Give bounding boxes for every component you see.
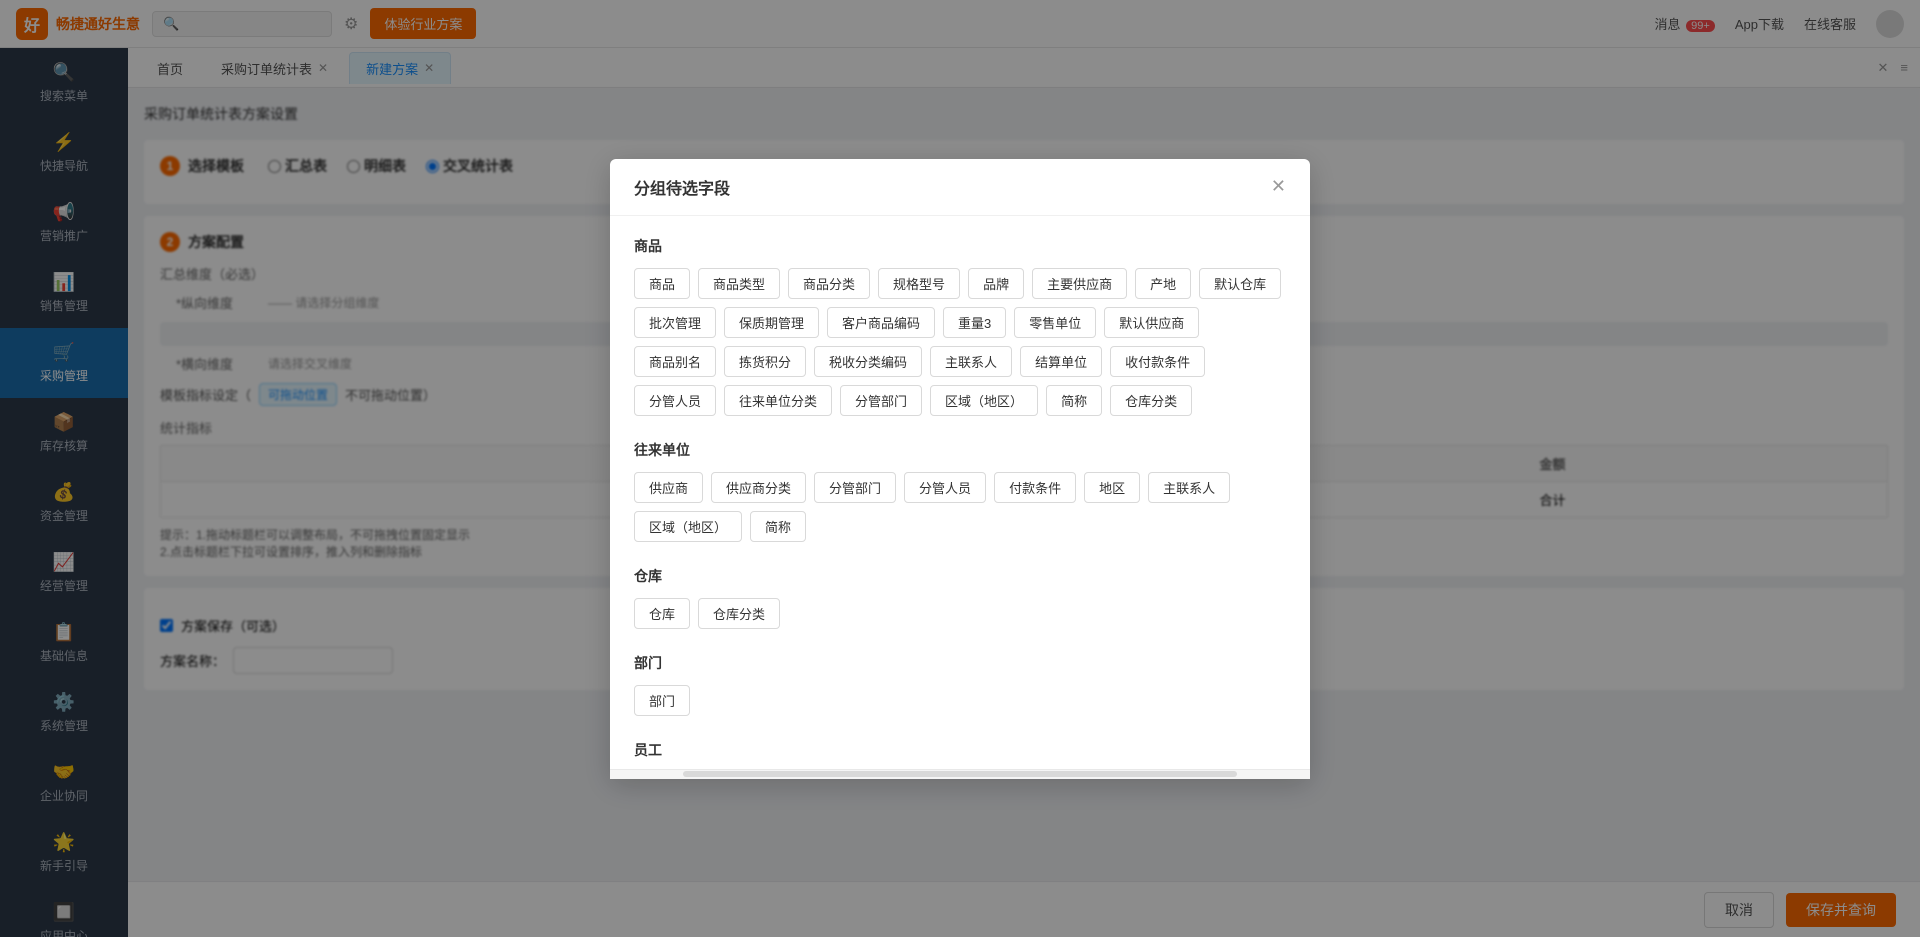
field-tag[interactable]: 仓库 [634,598,690,629]
field-tag[interactable]: 供应商 [634,472,703,503]
field-tag[interactable]: 收付款条件 [1110,346,1205,377]
field-tag[interactable]: 零售单位 [1014,307,1096,338]
field-tag[interactable]: 付款条件 [994,472,1076,503]
field-selection-modal: 分组待选字段 ✕ 商品商品商品类型商品分类规格型号品牌主要供应商产地默认仓库批次… [610,159,1310,779]
modal-section-employee: 员工业务员 [634,740,1286,770]
modal-field-grid-warehouse: 仓库仓库分类 [634,598,1286,629]
modal-hscroll-thumb [683,771,1237,777]
field-tag[interactable]: 批次管理 [634,307,716,338]
field-tag[interactable]: 部门 [634,685,690,716]
modal-field-grid-counterpart: 供应商供应商分类分管部门分管人员付款条件地区主联系人区域（地区） 简称 [634,472,1286,542]
modal-body: 商品商品商品类型商品分类规格型号品牌主要供应商产地默认仓库批次管理保质期管理客户… [610,216,1310,770]
field-tag[interactable]: 主要供应商 [1032,268,1127,299]
field-tag[interactable]: 主联系人 [1148,472,1230,503]
field-tag[interactable]: 默认供应商 [1104,307,1199,338]
field-tag[interactable]: 主联系人 [930,346,1012,377]
field-tag[interactable]: 仓库分类 [1110,385,1192,416]
modal-section-counterpart: 往来单位供应商供应商分类分管部门分管人员付款条件地区主联系人区域（地区） 简称 [634,440,1286,542]
modal-header: 分组待选字段 ✕ [610,159,1310,216]
field-tag[interactable]: 商品 [634,268,690,299]
field-tag[interactable]: 品牌 [968,268,1024,299]
field-tag[interactable]: 商品分类 [788,268,870,299]
field-tag[interactable]: 地区 [1084,472,1140,503]
field-tag[interactable]: 分管部门 [814,472,896,503]
field-tag[interactable]: 商品类型 [698,268,780,299]
modal-title: 分组待选字段 [634,175,730,199]
modal-horizontal-scrollbar[interactable] [610,769,1310,778]
modal-section-title-product: 商品 [634,236,1286,256]
field-tag[interactable]: 重量3 [943,307,1006,338]
field-tag[interactable]: 保质期管理 [724,307,819,338]
field-tag[interactable]: 规格型号 [878,268,960,299]
field-tag[interactable]: 默认仓库 [1199,268,1281,299]
field-tag[interactable]: 简称 [750,511,806,542]
field-tag[interactable]: 供应商分类 [711,472,806,503]
field-tag[interactable]: 分管人员 [634,385,716,416]
field-tag[interactable]: 分管部门 [840,385,922,416]
field-tag[interactable]: 拣货积分 [724,346,806,377]
field-tag[interactable]: 区域（地区） [930,385,1038,416]
modal-section-title-warehouse: 仓库 [634,566,1286,586]
field-tag[interactable]: 往来单位分类 [724,385,832,416]
modal-close-button[interactable]: ✕ [1271,176,1286,197]
modal-overlay: 分组待选字段 ✕ 商品商品商品类型商品分类规格型号品牌主要供应商产地默认仓库批次… [0,0,1920,937]
modal-section-warehouse: 仓库仓库仓库分类 [634,566,1286,629]
modal-section-title-counterpart: 往来单位 [634,440,1286,460]
modal-field-grid-department: 部门 [634,685,1286,716]
field-tag[interactable]: 结算单位 [1020,346,1102,377]
field-tag[interactable]: 税收分类编码 [814,346,922,377]
field-tag[interactable]: 简称 [1046,385,1102,416]
field-tag[interactable]: 分管人员 [904,472,986,503]
modal-section-title-department: 部门 [634,653,1286,673]
modal-section-department: 部门部门 [634,653,1286,716]
field-tag[interactable]: 产地 [1135,268,1191,299]
field-tag[interactable]: 客户商品编码 [827,307,935,338]
field-tag[interactable]: 仓库分类 [698,598,780,629]
modal-section-product: 商品商品商品类型商品分类规格型号品牌主要供应商产地默认仓库批次管理保质期管理客户… [634,236,1286,416]
field-tag[interactable]: 商品别名 [634,346,716,377]
modal-field-grid-product: 商品商品类型商品分类规格型号品牌主要供应商产地默认仓库批次管理保质期管理客户商品… [634,268,1286,416]
field-tag[interactable]: 区域（地区） [634,511,742,542]
modal-section-title-employee: 员工 [634,740,1286,760]
